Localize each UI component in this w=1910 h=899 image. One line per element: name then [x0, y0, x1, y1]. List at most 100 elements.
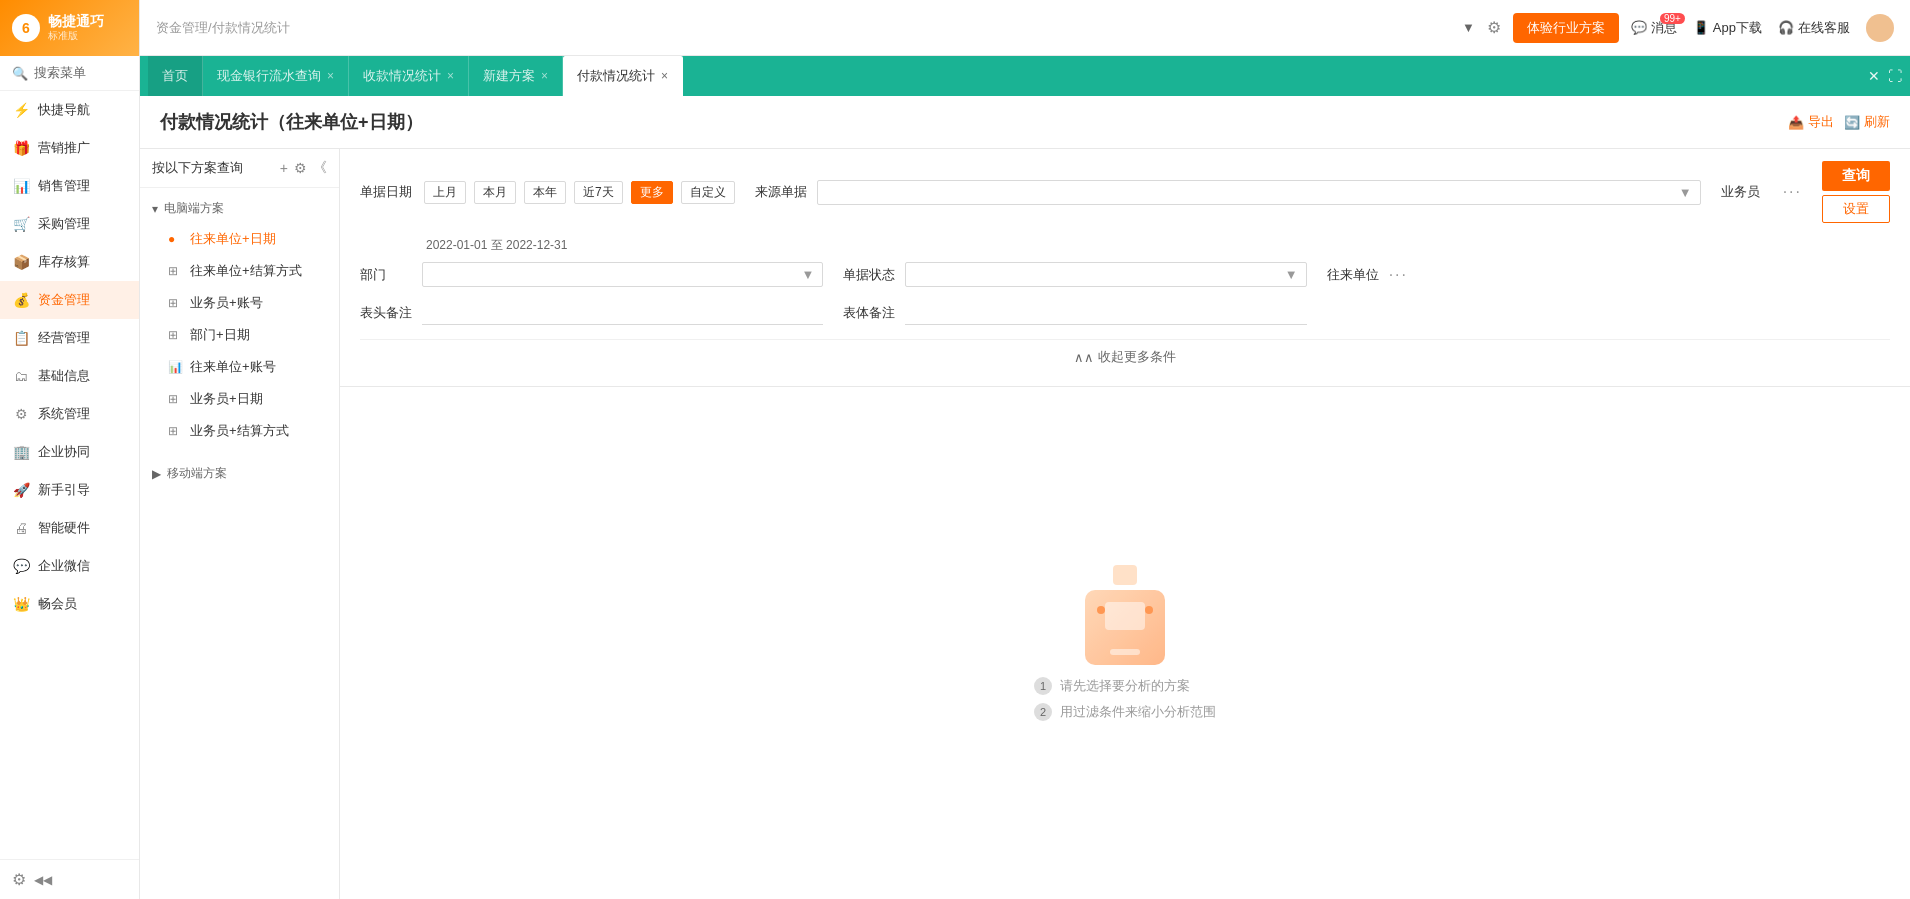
sidebar: 6 畅捷通巧 标准版 🔍 搜索菜单 ⚡ 快捷导航 🎁 营销推广 📊 销售管理 🛒…	[0, 0, 140, 899]
tab-payment-stats-close-icon[interactable]: ×	[661, 69, 668, 83]
sidebar-item-basic-info[interactable]: 🗂 基础信息	[0, 357, 139, 395]
source-select[interactable]: ▼	[817, 180, 1701, 205]
refresh-icon: 🔄	[1844, 115, 1860, 130]
dept-select[interactable]: ▼	[422, 262, 823, 287]
main-area: 资金管理/付款情况统计 ▼ ⚙ 体验行业方案 💬 消息 99+ 📱 App下载 …	[140, 0, 1910, 899]
date-opt-custom[interactable]: 自定义	[681, 181, 735, 204]
hardware-icon: 🖨	[12, 520, 30, 536]
page-title: 付款情况统计（往来单位+日期）	[160, 110, 1788, 134]
refresh-label: 刷新	[1864, 113, 1890, 131]
sidebar-item-sales[interactable]: 📊 销售管理	[0, 167, 139, 205]
sidebar-item-label: 营销推广	[38, 139, 90, 157]
schema-item-partner-payment[interactable]: ⊞ 往来单位+结算方式	[140, 255, 339, 287]
sidebar-item-guide[interactable]: 🚀 新手引导	[0, 471, 139, 509]
tabs-actions: ✕ ⛶	[1868, 68, 1902, 84]
sidebar-item-wechat[interactable]: 💬 企业微信	[0, 547, 139, 585]
tab-new-schema[interactable]: 新建方案 ×	[469, 56, 563, 96]
sidebar-item-purchase[interactable]: 🛒 采购管理	[0, 205, 139, 243]
date-opt-more[interactable]: 更多	[631, 181, 673, 204]
tab-home[interactable]: 首页	[148, 56, 203, 96]
schema-item-icon: ⊞	[168, 264, 184, 278]
staff-filter-dots[interactable]: ···	[1783, 183, 1802, 201]
date-opt-this-month[interactable]: 本月	[474, 181, 516, 204]
panel-add-icon[interactable]: +	[280, 160, 288, 176]
export-button[interactable]: 📤 导出	[1788, 113, 1834, 131]
partner-filter-label: 往来单位	[1327, 266, 1383, 284]
user-avatar[interactable]	[1866, 14, 1894, 42]
tabs-close-all-icon[interactable]: ✕	[1868, 68, 1880, 84]
sidebar-nav: ⚡ 快捷导航 🎁 营销推广 📊 销售管理 🛒 采购管理 📦 库存核算 💰 资金管…	[0, 91, 139, 859]
schema-item-staff-date[interactable]: ⊞ 业务员+日期	[140, 383, 339, 415]
date-opt-last-7days[interactable]: 近7天	[574, 181, 623, 204]
marketing-icon: 🎁	[12, 140, 30, 156]
tab-receipt-stats[interactable]: 收款情况统计 ×	[349, 56, 469, 96]
panel-collapse-icon[interactable]: 《	[313, 159, 327, 177]
tab-bank-flow[interactable]: 现金银行流水查询 ×	[203, 56, 349, 96]
schema-item-icon: ⊞	[168, 328, 184, 342]
note-head-field: 表头备注	[360, 301, 823, 325]
date-range-text: 2022-01-01 至 2022-12-31	[426, 238, 567, 252]
tab-payment-stats[interactable]: 付款情况统计 ×	[563, 56, 683, 96]
app-label: App下载	[1713, 19, 1762, 37]
filter-settings-button[interactable]: 设置	[1822, 195, 1890, 223]
enterprise-icon: 🏢	[12, 444, 30, 460]
query-button[interactable]: 查询	[1822, 161, 1890, 191]
schema-item-dept-date[interactable]: ⊞ 部门+日期	[140, 319, 339, 351]
date-opt-this-year[interactable]: 本年	[524, 181, 566, 204]
schema-item-label: 业务员+日期	[190, 390, 263, 408]
sidebar-item-finance[interactable]: 💰 资金管理	[0, 281, 139, 319]
sidebar-item-label: 企业协同	[38, 443, 90, 461]
search-icon: 🔍	[12, 66, 28, 81]
trial-button[interactable]: 体验行业方案	[1513, 13, 1619, 43]
sidebar-search[interactable]: 🔍 搜索菜单	[0, 56, 139, 91]
sidebar-item-hardware[interactable]: 🖨 智能硬件	[0, 509, 139, 547]
schema-item-partner-date[interactable]: ● 往来单位+日期	[140, 223, 339, 255]
tab-bank-flow-label: 现金银行流水查询	[217, 67, 321, 85]
app-download-button[interactable]: 📱 App下载	[1693, 19, 1762, 37]
footer-collapse-icon[interactable]: ◀◀	[34, 873, 52, 887]
sidebar-item-member[interactable]: 👑 畅会员	[0, 585, 139, 623]
desktop-schema-group-title[interactable]: ▾ 电脑端方案	[140, 194, 339, 223]
sidebar-item-marketing[interactable]: 🎁 营销推广	[0, 129, 139, 167]
topbar-gear-icon[interactable]: ⚙	[1487, 18, 1501, 37]
hint-num-1: 1	[1034, 677, 1052, 695]
sidebar-item-inventory[interactable]: 📦 库存核算	[0, 243, 139, 281]
page-header: 付款情况统计（往来单位+日期） 📤 导出 🔄 刷新	[140, 96, 1910, 149]
topbar: 资金管理/付款情况统计 ▼ ⚙ 体验行业方案 💬 消息 99+ 📱 App下载 …	[140, 0, 1910, 56]
note-head-input[interactable]	[422, 301, 823, 325]
schema-item-label: 业务员+结算方式	[190, 422, 289, 440]
sidebar-item-quick-nav[interactable]: ⚡ 快捷导航	[0, 91, 139, 129]
schema-item-staff-payment[interactable]: ⊞ 业务员+结算方式	[140, 415, 339, 447]
empty-state: 1 请先选择要分析的方案 2 用过滤条件来缩小分析范围	[340, 387, 1910, 899]
refresh-button[interactable]: 🔄 刷新	[1844, 113, 1890, 131]
schema-item-label: 往来单位+结算方式	[190, 262, 302, 280]
footer-settings-icon[interactable]: ⚙	[12, 870, 26, 889]
breadcrumb-dropdown-icon[interactable]: ▼	[1462, 20, 1475, 35]
tab-receipt-stats-close-icon[interactable]: ×	[447, 69, 454, 83]
mobile-schema-group-title[interactable]: ▶ 移动端方案	[140, 459, 339, 488]
doc-status-select[interactable]: ▼	[905, 262, 1306, 287]
tab-new-schema-close-icon[interactable]: ×	[541, 69, 548, 83]
schema-item-staff-account[interactable]: ⊞ 业务员+账号	[140, 287, 339, 319]
schema-item-icon: ⊞	[168, 392, 184, 406]
note-body-input[interactable]	[905, 301, 1306, 325]
empty-hint-1: 1 请先选择要分析的方案	[1034, 677, 1216, 695]
filter-row-3: 表头备注 表体备注	[360, 301, 1890, 325]
partner-filter-dots[interactable]: ···	[1389, 266, 1408, 284]
tab-bank-flow-close-icon[interactable]: ×	[327, 69, 334, 83]
sidebar-footer: ⚙ ◀◀	[0, 859, 139, 899]
tab-home-label: 首页	[162, 67, 188, 85]
sidebar-item-label: 经营管理	[38, 329, 90, 347]
collapse-button[interactable]: ∧∧ 收起更多条件	[1074, 348, 1176, 366]
sidebar-item-enterprise[interactable]: 🏢 企业协同	[0, 433, 139, 471]
sidebar-item-operation[interactable]: 📋 经营管理	[0, 319, 139, 357]
note-body-field: 表体备注	[843, 301, 1306, 325]
panel-settings-icon[interactable]: ⚙	[294, 160, 307, 176]
message-button[interactable]: 💬 消息 99+	[1631, 19, 1677, 37]
date-opt-last-month[interactable]: 上月	[424, 181, 466, 204]
sidebar-item-system[interactable]: ⚙ 系统管理	[0, 395, 139, 433]
export-icon: 📤	[1788, 115, 1804, 130]
online-service-button[interactable]: 🎧 在线客服	[1778, 19, 1850, 37]
schema-item-partner-account[interactable]: 📊 往来单位+账号	[140, 351, 339, 383]
tabs-expand-icon[interactable]: ⛶	[1888, 68, 1902, 84]
